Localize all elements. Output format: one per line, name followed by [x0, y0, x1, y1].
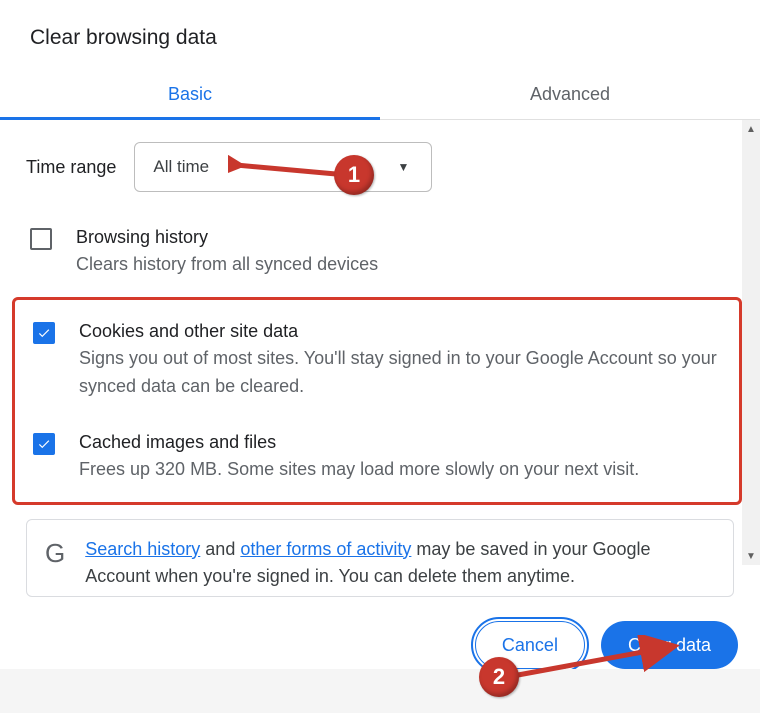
option-title: Cookies and other site data	[79, 318, 727, 345]
google-account-info: G Search history and other forms of acti…	[26, 519, 734, 597]
tab-bar: Basic Advanced	[0, 72, 760, 120]
option-browsing-history[interactable]: Browsing history Clears history from all…	[26, 210, 734, 293]
annotation-badge-2: 2	[479, 657, 519, 697]
dialog-footer: Cancel Clear data	[0, 621, 760, 669]
chevron-down-icon: ▼	[397, 160, 409, 174]
scroll-area: Time range All time ▼ Browsing history C…	[0, 120, 760, 565]
time-range-select[interactable]: All time ▼	[134, 142, 432, 192]
dialog-title: Clear browsing data	[0, 0, 760, 50]
checkbox-browsing-history[interactable]	[30, 228, 52, 250]
link-search-history[interactable]: Search history	[85, 539, 200, 559]
option-cookies[interactable]: Cookies and other site data Signs you ou…	[29, 304, 731, 415]
checkbox-cache[interactable]	[33, 433, 55, 455]
annotation-highlight-box: Cookies and other site data Signs you ou…	[12, 297, 742, 505]
scrollbar[interactable]: ▲ ▼	[742, 120, 760, 565]
link-other-activity[interactable]: other forms of activity	[240, 539, 411, 559]
option-desc: Signs you out of most sites. You'll stay…	[79, 345, 727, 401]
bottom-strip	[0, 669, 760, 713]
time-range-value: All time	[153, 157, 209, 177]
option-title: Browsing history	[76, 224, 378, 251]
time-range-label: Time range	[26, 157, 116, 178]
tab-advanced[interactable]: Advanced	[380, 72, 760, 119]
option-desc: Frees up 320 MB. Some sites may load mor…	[79, 456, 639, 484]
option-desc: Clears history from all synced devices	[76, 251, 378, 279]
tab-basic[interactable]: Basic	[0, 72, 380, 119]
scroll-down-icon[interactable]: ▼	[742, 547, 760, 565]
clear-data-button[interactable]: Clear data	[601, 621, 738, 669]
annotation-badge-1: 1	[334, 155, 374, 195]
info-text: Search history and other forms of activi…	[85, 536, 715, 590]
checkbox-cookies[interactable]	[33, 322, 55, 344]
option-cache[interactable]: Cached images and files Frees up 320 MB.…	[29, 415, 731, 498]
google-logo-icon: G	[45, 536, 65, 566]
scroll-up-icon[interactable]: ▲	[742, 120, 760, 138]
option-title: Cached images and files	[79, 429, 639, 456]
